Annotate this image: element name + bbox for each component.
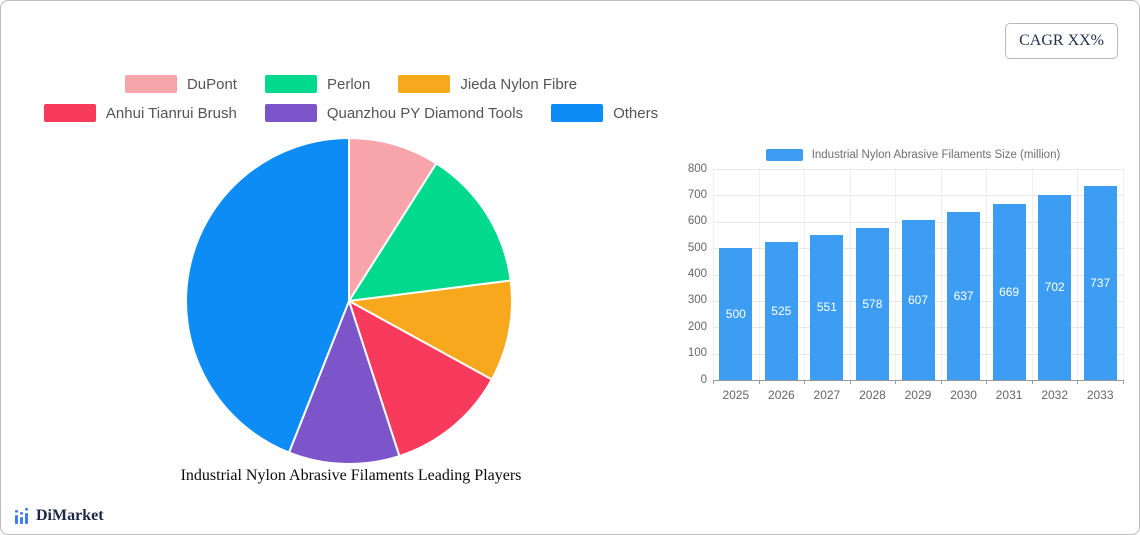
bar-value-label: 637 (953, 289, 974, 303)
bar-legend-label: Industrial Nylon Abrasive Filaments Size… (811, 149, 1061, 161)
bar-value-label: 737 (1090, 275, 1111, 290)
legend-label: Jieda Nylon Fibre (460, 75, 578, 93)
x-axis-label: 2032 (1041, 388, 1069, 402)
report-card: CAGR XX% DuPont Perlon Jieda Nylon Fibre An… (0, 0, 1140, 535)
x-axis-label: 2033 (1086, 388, 1114, 402)
pie-legend: DuPont Perlon Jieda Nylon Fibre Anhui Tianr… (1, 75, 701, 122)
legend-item-perlon[interactable]: Perlon (264, 75, 371, 93)
bar-legend-swatch-icon (765, 149, 803, 161)
x-axis-label: 2028 (859, 388, 886, 402)
bar-2030[interactable]: 637 (947, 212, 981, 380)
legend-swatch-icon (264, 104, 317, 122)
x-axis-label: 2027 (813, 388, 841, 402)
bar-value-label: 551 (816, 300, 837, 315)
x-axis-label: 2026 (768, 388, 795, 402)
legend-swatch-icon (264, 75, 317, 93)
legend-label: DuPont (186, 75, 237, 93)
y-axis-label: 600 (687, 215, 707, 228)
bar-value-label: 500 (725, 307, 746, 321)
bar-2033[interactable]: 737 (1083, 185, 1117, 380)
bar-2028[interactable]: 578 (855, 227, 889, 380)
legend-row: DuPont Perlon Jieda Nylon Fibre (1, 75, 701, 93)
y-axis-label: 800 (687, 162, 707, 175)
gridline-vertical (1123, 169, 1124, 380)
legend-label: Others (613, 104, 659, 122)
bar-2029[interactable]: 607 (901, 219, 935, 380)
pie-chart-title: Industrial Nylon Abrasive Filaments Lead… (180, 467, 522, 484)
brand-logo: DiMarket (14, 507, 104, 525)
y-axis-label: 0 (700, 373, 707, 386)
legend-label: Anhui Tianrui Brush (105, 104, 237, 122)
y-axis-label: 200 (687, 320, 707, 333)
bar-value-label: 607 (907, 292, 929, 307)
bar-value-label: 669 (999, 284, 1020, 299)
x-axis-line (713, 380, 1123, 381)
x-axis-label: 2029 (904, 388, 932, 402)
legend-item-others[interactable]: Others (551, 104, 658, 122)
y-axis-label: 100 (687, 347, 707, 360)
y-axis-label: 400 (687, 268, 707, 280)
legend-label: Quanzhou PY Diamond Tools (326, 104, 524, 122)
y-axis-label: 700 (687, 188, 707, 201)
cagr-badge: CAGR XX% (1005, 23, 1118, 59)
legend-item-jieda-nylon-fibre[interactable]: Jieda Nylon Fibre (398, 75, 577, 93)
legend-item-dupont[interactable]: DuPont (124, 75, 237, 93)
bar-chart-icon (15, 507, 28, 524)
y-axis-label: 300 (687, 294, 707, 307)
bar-2032[interactable]: 702 (1038, 194, 1072, 380)
bar-plot-area: 0 100 200 300 400 500 600 700 800 500 2025 525 2026 5… (688, 163, 1124, 402)
brand-name: DiMarket (36, 507, 104, 524)
legend-row: Anhui Tianrui Brush Quanzhou PY Diamond T… (1, 104, 701, 122)
legend-label: Perlon (326, 75, 371, 93)
bar-legend[interactable]: Industrial Nylon Abrasive Filaments Size… (691, 148, 1135, 162)
x-axis-label: 2031 (995, 388, 1023, 402)
bar-value-label: 578 (862, 296, 883, 311)
legend-swatch-icon (124, 75, 177, 93)
bar-2031[interactable]: 669 (992, 203, 1026, 380)
bar-value-label: 525 (771, 303, 792, 318)
legend-item-quanzhou-py-diamond-tools[interactable]: Quanzhou PY Diamond Tools (264, 104, 524, 122)
bar-chart: Industrial Nylon Abrasive Filaments Size… (688, 148, 1135, 423)
bar-2025[interactable]: 500 (719, 248, 753, 380)
bar-2027[interactable]: 551 (810, 234, 844, 380)
legend-item-anhui-tianrui-brush[interactable]: Anhui Tianrui Brush (43, 104, 237, 122)
x-axis-label: 2025 (722, 388, 750, 402)
pie-chart (182, 134, 516, 468)
legend-swatch-icon (551, 104, 604, 122)
x-axis-tick (1123, 380, 1124, 384)
legend-swatch-icon (43, 104, 96, 122)
bar-2026[interactable]: 525 (764, 241, 798, 380)
pie-svg (185, 137, 513, 465)
gridline-horizontal (713, 169, 1123, 170)
bar-value-label: 702 (1044, 280, 1065, 295)
y-axis-label: 500 (687, 241, 707, 254)
legend-swatch-icon (398, 75, 451, 93)
x-axis-label: 2030 (950, 388, 977, 402)
